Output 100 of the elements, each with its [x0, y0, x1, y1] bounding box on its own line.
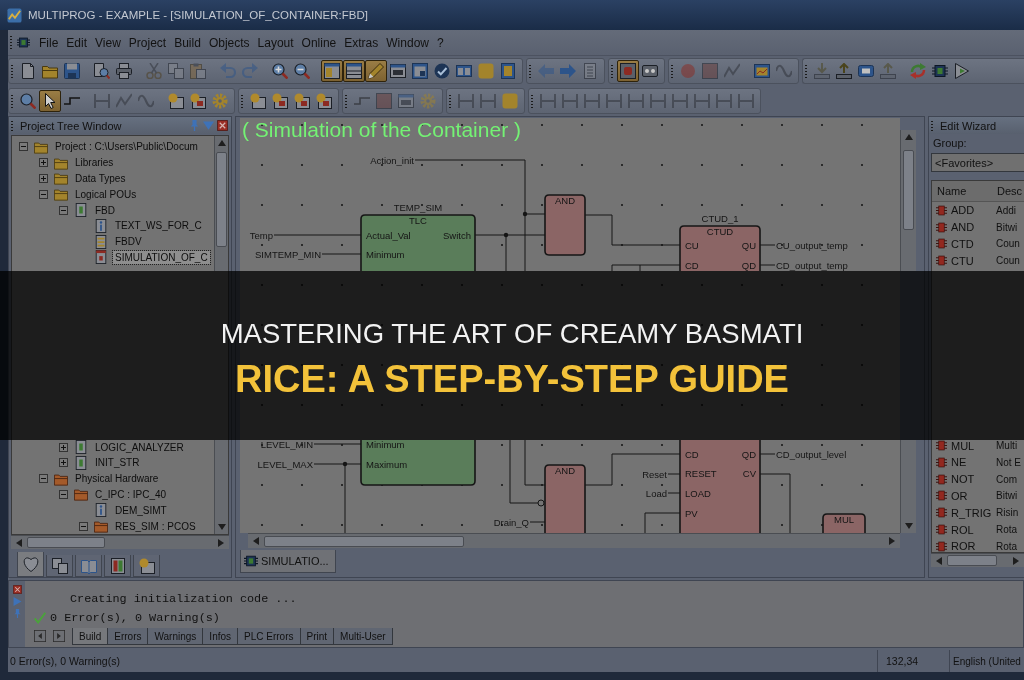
scrollbar-thumb[interactable]: [27, 537, 105, 548]
tree-item[interactable]: DEM_SIMT: [113, 503, 169, 517]
scroll-left-icon[interactable]: [252, 537, 260, 545]
function-name[interactable]: AND: [951, 221, 996, 234]
tree-item[interactable]: Project : C:\Users\Public\Docum: [53, 140, 200, 154]
menu-item[interactable]: Window: [382, 32, 433, 53]
function-name[interactable]: NOT: [951, 473, 996, 486]
scroll-right-icon[interactable]: [217, 538, 225, 547]
toolbar-button[interactable]: [91, 60, 113, 82]
message-tab[interactable]: Infos: [202, 628, 239, 645]
scroll-left-icon[interactable]: [34, 630, 46, 642]
scrollbar-thumb[interactable]: [216, 152, 227, 247]
collapse-icon[interactable]: [59, 489, 68, 499]
expand-icon[interactable]: [59, 458, 68, 468]
scroll-down-icon[interactable]: [904, 522, 913, 530]
close-icon[interactable]: [12, 585, 22, 594]
tree-item[interactable]: RES_SIM : PCOS: [113, 519, 198, 533]
chip-icon: [936, 507, 947, 519]
tree-item[interactable]: FBD: [93, 203, 117, 217]
scroll-up-icon[interactable]: [217, 139, 226, 147]
scroll-right-icon[interactable]: [888, 537, 896, 545]
vertical-scrollbar[interactable]: [214, 440, 228, 534]
function-name[interactable]: OR: [951, 489, 996, 502]
toolbar-button[interactable]: [269, 60, 291, 82]
column-header[interactable]: Name: [932, 185, 997, 197]
vertical-scrollbar[interactable]: [214, 136, 228, 271]
tree-item[interactable]: Physical Hardware: [73, 472, 161, 486]
editor-tab[interactable]: SIMULATIO...: [240, 550, 336, 573]
collapse-icon[interactable]: [19, 142, 28, 152]
toolbar-button[interactable]: [343, 60, 365, 82]
menu-item[interactable]: Build: [170, 32, 205, 53]
tree-item[interactable]: Data Types: [73, 172, 128, 185]
function-name[interactable]: ROR: [951, 540, 996, 553]
panel-tab[interactable]: [133, 555, 160, 577]
message-tab[interactable]: Errors: [107, 628, 149, 645]
vertical-scrollbar[interactable]: [900, 440, 916, 533]
function-name[interactable]: NE: [951, 456, 996, 469]
menu-item[interactable]: Online: [297, 32, 341, 53]
tree-item[interactable]: FBDV: [113, 235, 144, 249]
collapse-icon[interactable]: [39, 474, 48, 484]
collapse-icon[interactable]: [79, 521, 88, 531]
column-header[interactable]: Desc: [997, 185, 1023, 197]
scrollbar-thumb[interactable]: [903, 150, 914, 230]
message-tab[interactable]: PLC Errors: [237, 628, 301, 645]
tree-item[interactable]: C_IPC : IPC_40: [93, 487, 169, 501]
message-tab[interactable]: Build: [72, 628, 109, 645]
vertical-scrollbar[interactable]: [900, 130, 916, 271]
menu-item[interactable]: ?: [433, 32, 448, 53]
scroll-up-icon[interactable]: [904, 133, 913, 141]
function-name[interactable]: ADD: [951, 204, 996, 217]
tree-item[interactable]: SIMULATION_OF_C: [113, 250, 210, 264]
toolbar-button[interactable]: [321, 60, 343, 82]
menu-item[interactable]: Objects: [204, 32, 254, 53]
tree-item[interactable]: LOGIC_ANALYZER: [93, 440, 186, 454]
expand-icon[interactable]: [39, 158, 48, 168]
tree-item[interactable]: TEXT_WS_FOR_C: [113, 219, 204, 233]
close-icon[interactable]: [217, 120, 228, 131]
panel-tab[interactable]: [75, 555, 102, 577]
pencil-icon: [368, 63, 384, 79]
panel-tab[interactable]: [17, 552, 44, 577]
horizontal-scrollbar[interactable]: [11, 535, 229, 549]
scroll-down-icon[interactable]: [217, 523, 226, 531]
panel-tab[interactable]: [46, 555, 73, 577]
scroll-left-icon[interactable]: [935, 556, 943, 565]
toolbar-button[interactable]: [113, 60, 135, 82]
toolbar-button[interactable]: [39, 90, 61, 112]
message-tab[interactable]: Multi-User: [333, 628, 393, 645]
tree-item[interactable]: INIT_STR: [93, 456, 142, 470]
menu-item[interactable]: Edit: [62, 32, 92, 53]
function-name[interactable]: MUL: [951, 439, 996, 452]
scrollbar-thumb[interactable]: [947, 555, 997, 566]
tree-item[interactable]: Logical POUs: [73, 187, 139, 201]
page-icon: [20, 63, 36, 79]
expand-icon[interactable]: [59, 442, 68, 452]
menu-item[interactable]: Layout: [253, 32, 298, 53]
menu-item[interactable]: Project: [124, 32, 171, 53]
group-dropdown[interactable]: <Favorites>: [931, 153, 1024, 172]
expand-icon[interactable]: [39, 174, 48, 183]
function-name[interactable]: CTU: [951, 254, 996, 267]
scrollbar-thumb[interactable]: [264, 535, 464, 547]
menu-item[interactable]: View: [91, 32, 125, 53]
menu-item[interactable]: File: [35, 32, 63, 53]
message-tab[interactable]: Warnings: [147, 628, 204, 645]
function-description: Not E: [996, 456, 1021, 468]
chip-icon[interactable]: [17, 36, 30, 49]
toolbar-button[interactable]: [291, 60, 313, 82]
horizontal-scrollbar[interactable]: [931, 553, 1024, 567]
collapse-icon[interactable]: [59, 205, 68, 215]
panel-tab[interactable]: [104, 555, 131, 577]
function-name[interactable]: CTD: [951, 238, 996, 250]
horizontal-scrollbar[interactable]: [248, 533, 900, 548]
collapse-icon[interactable]: [39, 189, 48, 199]
tree-item[interactable]: Libraries: [73, 156, 116, 170]
scroll-left-icon[interactable]: [15, 538, 23, 547]
toolbar-button[interactable]: [365, 60, 387, 82]
scroll-right-icon[interactable]: [53, 630, 65, 642]
function-name[interactable]: ROL: [951, 523, 996, 536]
function-name[interactable]: R_TRIG: [951, 506, 996, 519]
scroll-right-icon[interactable]: [1012, 556, 1020, 565]
menu-item[interactable]: Extras: [340, 32, 383, 53]
